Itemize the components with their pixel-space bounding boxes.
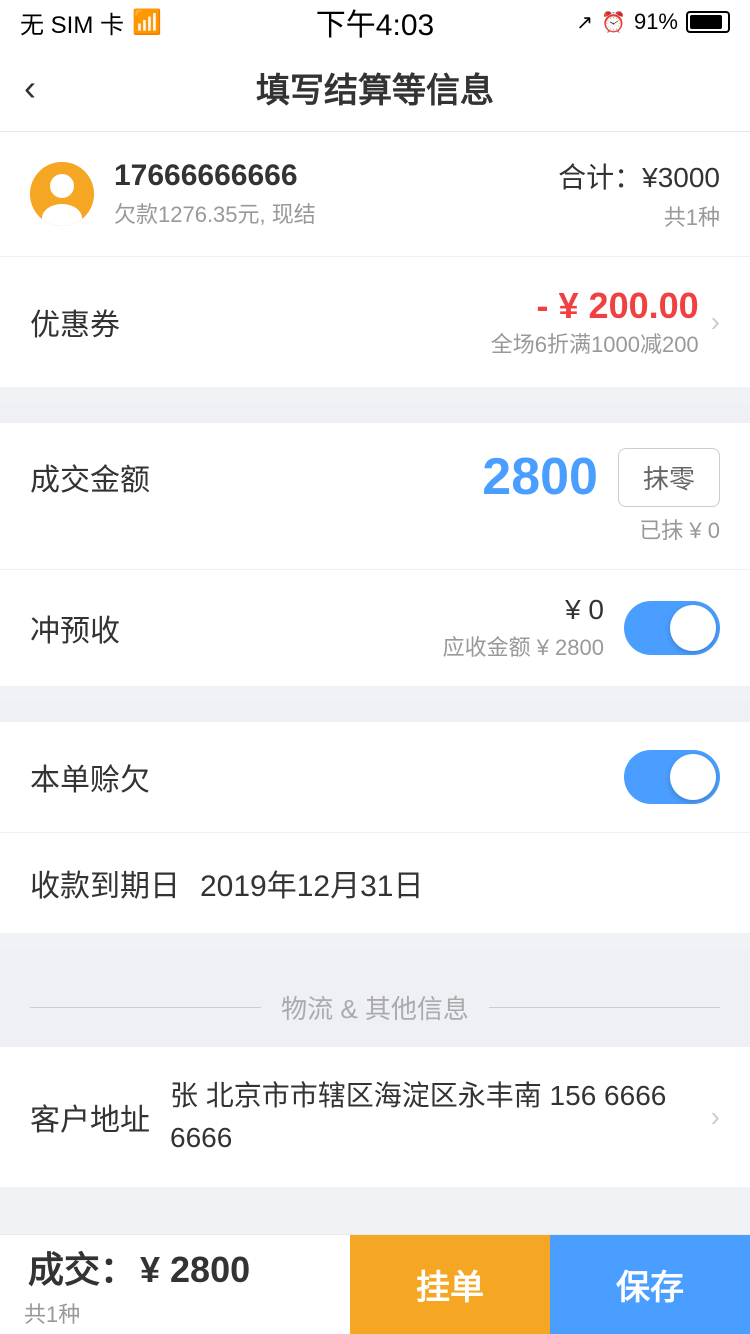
- coupon-desc: 全场6折满1000减200: [491, 327, 699, 359]
- bottom-bar: 成交：¥ 2800 共1种 挂单 保存: [0, 1234, 750, 1334]
- customer-phone: 17666666666: [114, 159, 316, 193]
- customer-section: 17666666666 欠款1276.35元, 现结 合计：¥3000 共1种 …: [0, 132, 750, 387]
- sep-line-right: [489, 1007, 720, 1008]
- status-left: 无 SIM 卡 📶: [20, 5, 162, 40]
- alarm-icon: ⏰: [601, 10, 626, 35]
- deal-right: 2800 抹零: [482, 447, 720, 507]
- battery-indicator: [686, 11, 730, 33]
- coupon-row[interactable]: 优惠券 - ¥ 200.00 全场6折满1000减200 ›: [0, 256, 750, 387]
- credit-section: 本单赊欠 收款到期日 2019年12月31日: [0, 722, 750, 933]
- carrier-text: 无 SIM 卡: [20, 5, 124, 40]
- duedate-value: 2019年12月31日: [200, 861, 423, 905]
- round-button[interactable]: 抹零: [618, 448, 720, 507]
- divider-3: [0, 949, 750, 969]
- separator-label-row: 物流 & 其他信息: [0, 969, 750, 1046]
- bottom-deal-row: 成交：¥ 2800: [24, 1241, 326, 1293]
- deal-section: 成交金额 2800 抹零 已抹 ¥ 0 冲预收 ¥ 0 应收金额 ¥ 2800: [0, 423, 750, 686]
- coupon-arrow-icon: ›: [711, 306, 720, 338]
- deal-amount-row: 成交金额 2800 抹零 已抹 ¥ 0: [0, 423, 750, 569]
- divider-2: [0, 702, 750, 722]
- customer-row: 17666666666 欠款1276.35元, 现结 合计：¥3000 共1种: [0, 132, 750, 256]
- bottom-deal-label: 成交：: [28, 1249, 136, 1290]
- back-button[interactable]: ‹: [24, 67, 36, 109]
- separator-text: 物流 & 其他信息: [281, 989, 469, 1026]
- credit-toggle-knob: [670, 754, 716, 800]
- deal-amount-label: 成交金额: [30, 455, 150, 499]
- credit-toggle[interactable]: [624, 750, 720, 804]
- address-value: 张 北京市市辖区海淀区永丰南 156 6666 6666: [170, 1075, 711, 1159]
- precollect-right: ¥ 0 应收金额 ¥ 2800: [443, 594, 720, 662]
- bottom-count: 共1种: [24, 1297, 326, 1329]
- wifi-icon: 📶: [132, 8, 162, 37]
- credit-label: 本单赊欠: [30, 755, 150, 799]
- customer-info: 17666666666 欠款1276.35元, 现结: [114, 159, 316, 229]
- sep-line-left: [30, 1007, 261, 1008]
- toggle-knob: [670, 605, 716, 651]
- customer-right: 合计：¥3000 共1种: [558, 156, 720, 232]
- deal-row: 成交金额 2800 抹零: [30, 447, 720, 507]
- precollect-value: ¥ 0: [443, 594, 604, 626]
- coupon-right: - ¥ 200.00 全场6折满1000减200 ›: [491, 285, 720, 359]
- status-right: ↗ ⏰ 91%: [576, 9, 730, 35]
- address-row[interactable]: 客户地址 张 北京市市辖区海淀区永丰南 156 6666 6666 ›: [0, 1046, 750, 1187]
- customer-sub-info: 欠款1276.35元, 现结: [114, 197, 316, 229]
- duedate-label: 收款到期日: [30, 861, 180, 905]
- address-label: 客户地址: [30, 1095, 150, 1139]
- total-amount: 合计：¥3000: [558, 156, 720, 196]
- page-title: 填写结算等信息: [256, 63, 494, 112]
- page-header: ‹ 填写结算等信息: [0, 44, 750, 132]
- total-count: 共1种: [558, 200, 720, 232]
- deal-value: 2800: [482, 447, 598, 507]
- deal-sub-text: 已抹 ¥ 0: [30, 513, 720, 545]
- precollect-toggle[interactable]: [624, 601, 720, 655]
- status-time: 下午4:03: [316, 0, 434, 44]
- bottom-info: 成交：¥ 2800 共1种: [0, 1235, 350, 1334]
- battery-text: 91%: [634, 9, 678, 35]
- credit-row: 本单赊欠: [0, 722, 750, 832]
- save-button[interactable]: 保存: [550, 1235, 750, 1334]
- coupon-label: 优惠券: [30, 300, 120, 344]
- status-bar: 无 SIM 卡 📶 下午4:03 ↗ ⏰ 91%: [0, 0, 750, 44]
- bottom-deal-value: ¥ 2800: [140, 1249, 250, 1290]
- avatar: [30, 162, 94, 226]
- precollect-sub: 应收金额 ¥ 2800: [443, 630, 604, 662]
- hold-button[interactable]: 挂单: [350, 1235, 550, 1334]
- precollect-label: 冲预收: [30, 606, 120, 650]
- precollect-row: 冲预收 ¥ 0 应收金额 ¥ 2800: [0, 569, 750, 686]
- address-arrow-icon: ›: [711, 1101, 720, 1133]
- precollect-amount: ¥ 0 应收金额 ¥ 2800: [443, 594, 604, 662]
- customer-left: 17666666666 欠款1276.35元, 现结: [30, 159, 316, 229]
- coupon-amount: - ¥ 200.00: [491, 285, 699, 327]
- duedate-row: 收款到期日 2019年12月31日: [0, 832, 750, 933]
- divider-1: [0, 403, 750, 423]
- location-icon: ↗: [576, 10, 593, 35]
- address-section: 客户地址 张 北京市市辖区海淀区永丰南 156 6666 6666 ›: [0, 1046, 750, 1187]
